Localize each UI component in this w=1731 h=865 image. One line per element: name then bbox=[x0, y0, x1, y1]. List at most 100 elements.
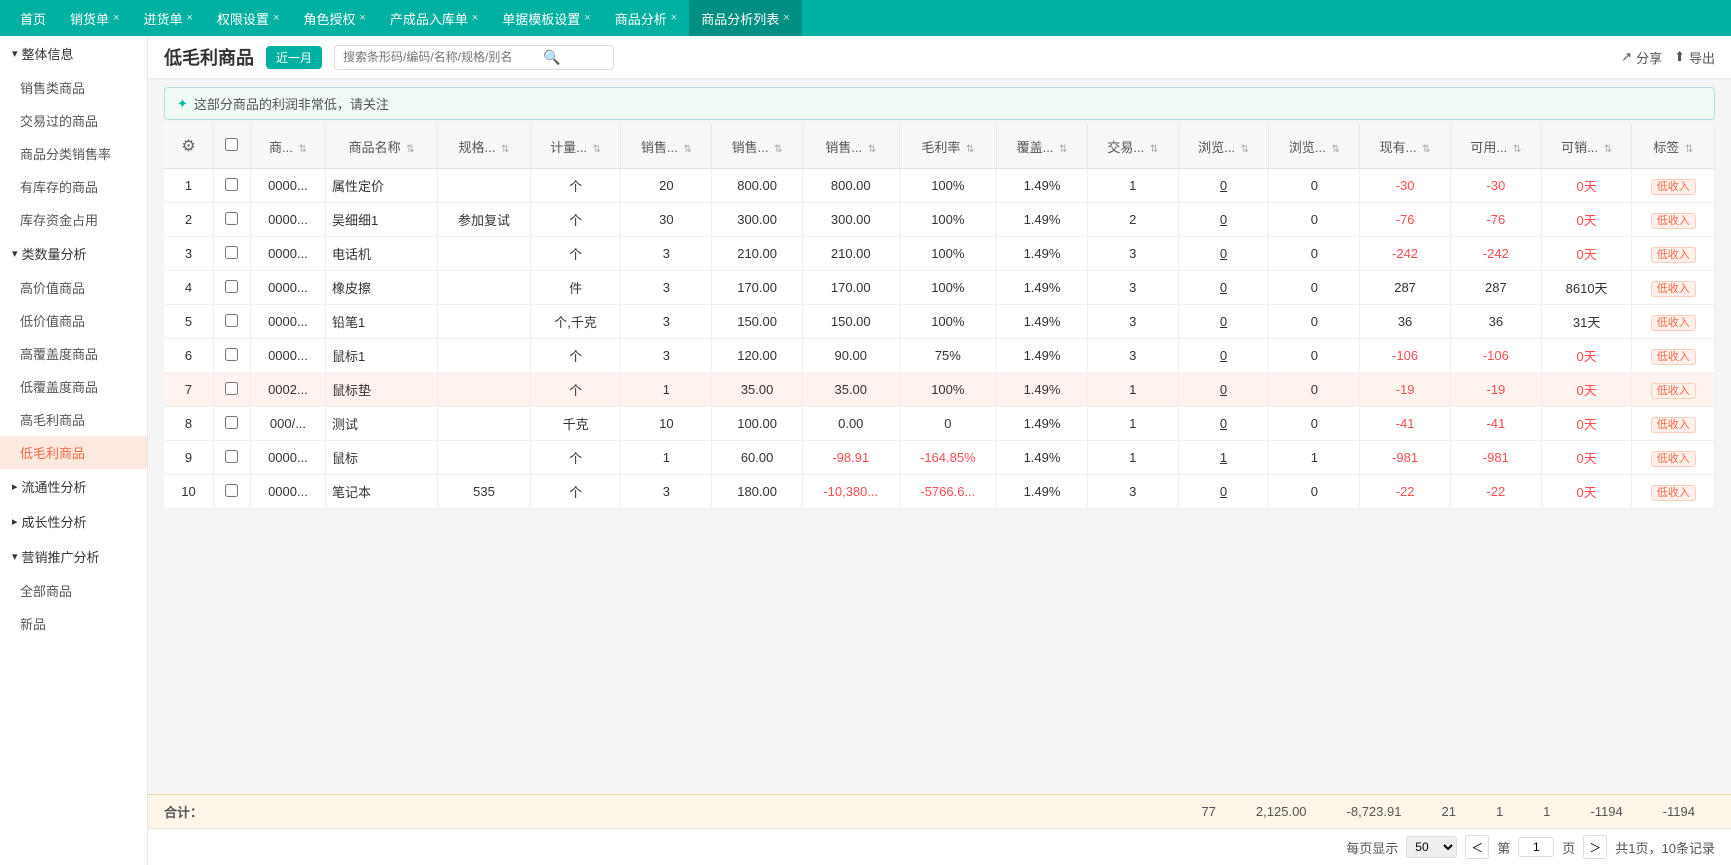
sidebar-item-sales-products[interactable]: 销售类商品 bbox=[0, 71, 147, 104]
close-icon[interactable]: × bbox=[186, 12, 192, 24]
close-icon[interactable]: × bbox=[472, 12, 478, 24]
row-browse1[interactable]: 0 bbox=[1178, 475, 1269, 509]
row-browse1[interactable]: 0 bbox=[1178, 373, 1269, 407]
sidebar-item-low-coverage[interactable]: 低覆盖度商品 bbox=[0, 370, 147, 403]
sort-icon[interactable]: ⇅ bbox=[1331, 144, 1339, 155]
browse1-link[interactable]: 0 bbox=[1220, 246, 1227, 261]
nav-product-analysis[interactable]: 商品分析 × bbox=[603, 0, 689, 36]
browse1-link[interactable]: 0 bbox=[1220, 416, 1227, 431]
sidebar-item-low-value[interactable]: 低价值商品 bbox=[0, 304, 147, 337]
search-input[interactable] bbox=[343, 50, 543, 64]
browse1-link[interactable]: 0 bbox=[1220, 484, 1227, 499]
sidebar-group-circulation[interactable]: ▸ 流通性分析 bbox=[0, 469, 147, 504]
nav-purchase-order[interactable]: 进货单 × bbox=[131, 0, 204, 36]
next-page-button[interactable]: ＞ bbox=[1583, 835, 1607, 859]
row-checkbox[interactable] bbox=[214, 305, 251, 339]
table-container[interactable]: ⚙ 商... ⇅ 商品名称 ⇅ bbox=[164, 124, 1715, 794]
column-settings-button[interactable]: ⚙ bbox=[177, 132, 199, 160]
sidebar-item-all-products[interactable]: 全部商品 bbox=[0, 574, 147, 607]
nav-finished-goods[interactable]: 产成品入库单 × bbox=[378, 0, 490, 36]
sidebar-item-stock-capital[interactable]: 库存资金占用 bbox=[0, 203, 147, 236]
close-icon[interactable]: × bbox=[113, 12, 119, 24]
row-checkbox[interactable] bbox=[214, 441, 251, 475]
row-select-checkbox[interactable] bbox=[225, 212, 238, 225]
sort-icon[interactable]: ⇅ bbox=[774, 144, 782, 155]
col-settings[interactable]: ⚙ bbox=[164, 124, 214, 169]
row-browse1[interactable]: 0 bbox=[1178, 203, 1269, 237]
row-checkbox[interactable] bbox=[214, 407, 251, 441]
browse1-link[interactable]: 0 bbox=[1220, 382, 1227, 397]
row-select-checkbox[interactable] bbox=[225, 348, 238, 361]
row-name[interactable]: 电话机 bbox=[325, 237, 437, 271]
row-name[interactable]: 测试 bbox=[325, 407, 437, 441]
date-filter-button[interactable]: 近一月 bbox=[266, 46, 322, 69]
sort-icon[interactable]: ⇅ bbox=[1150, 144, 1158, 155]
sidebar-item-traded-products[interactable]: 交易过的商品 bbox=[0, 104, 147, 137]
sort-icon[interactable]: ⇅ bbox=[868, 144, 876, 155]
row-select-checkbox[interactable] bbox=[225, 450, 238, 463]
sidebar-item-low-margin[interactable]: 低毛利商品 bbox=[0, 436, 147, 469]
select-all-checkbox[interactable] bbox=[225, 138, 238, 151]
row-browse1[interactable]: 0 bbox=[1178, 339, 1269, 373]
sort-icon[interactable]: ⇅ bbox=[1513, 144, 1521, 155]
browse1-link[interactable]: 0 bbox=[1220, 212, 1227, 227]
row-checkbox[interactable] bbox=[214, 169, 251, 203]
nav-template-settings[interactable]: 单据模板设置 × bbox=[490, 0, 602, 36]
sort-icon[interactable]: ⇅ bbox=[1059, 144, 1067, 155]
export-button[interactable]: ⬆ 导出 bbox=[1674, 48, 1715, 67]
row-name[interactable]: 鼠标1 bbox=[325, 339, 437, 373]
row-name[interactable]: 吴细细1 bbox=[325, 203, 437, 237]
browse1-link[interactable]: 0 bbox=[1220, 314, 1227, 329]
row-browse1[interactable]: 0 bbox=[1178, 407, 1269, 441]
sort-icon[interactable]: ⇅ bbox=[966, 144, 974, 155]
row-checkbox[interactable] bbox=[214, 339, 251, 373]
row-checkbox[interactable] bbox=[214, 237, 251, 271]
row-browse1[interactable]: 1 bbox=[1178, 441, 1269, 475]
sort-icon[interactable]: ⇅ bbox=[593, 144, 601, 155]
sidebar-group-overall[interactable]: ▾ 整体信息 bbox=[0, 36, 147, 71]
sort-icon[interactable]: ⇅ bbox=[1422, 144, 1430, 155]
sort-icon[interactable]: ⇅ bbox=[1241, 144, 1249, 155]
page-number-input[interactable] bbox=[1518, 837, 1554, 857]
row-name[interactable]: 橡皮擦 bbox=[325, 271, 437, 305]
row-select-checkbox[interactable] bbox=[225, 178, 238, 191]
row-select-checkbox[interactable] bbox=[225, 484, 238, 497]
row-name[interactable]: 铅笔1 bbox=[325, 305, 437, 339]
row-select-checkbox[interactable] bbox=[225, 246, 238, 259]
row-checkbox[interactable] bbox=[214, 373, 251, 407]
row-name[interactable]: 鼠标 bbox=[325, 441, 437, 475]
sidebar-group-quantity-analysis[interactable]: ▾ 类数量分析 bbox=[0, 236, 147, 271]
close-icon[interactable]: × bbox=[671, 12, 677, 24]
row-checkbox[interactable] bbox=[214, 203, 251, 237]
sort-icon[interactable]: ⇅ bbox=[299, 144, 307, 155]
sidebar-group-marketing[interactable]: ▾ 营销推广分析 bbox=[0, 539, 147, 574]
row-checkbox[interactable] bbox=[214, 475, 251, 509]
share-button[interactable]: ↗ 分享 bbox=[1621, 48, 1662, 67]
row-select-checkbox[interactable] bbox=[225, 314, 238, 327]
nav-role-auth[interactable]: 角色授权 × bbox=[291, 0, 377, 36]
close-icon[interactable]: × bbox=[273, 12, 279, 24]
prev-page-button[interactable]: ＜ bbox=[1465, 835, 1489, 859]
sidebar-item-category-sales-rate[interactable]: 商品分类销售率 bbox=[0, 137, 147, 170]
page-size-select[interactable]: 50 20 100 bbox=[1406, 836, 1457, 858]
sort-icon[interactable]: ⇅ bbox=[501, 144, 509, 155]
browse1-link[interactable]: 0 bbox=[1220, 348, 1227, 363]
close-icon[interactable]: × bbox=[584, 12, 590, 24]
row-browse1[interactable]: 0 bbox=[1178, 271, 1269, 305]
sidebar-item-high-coverage[interactable]: 高覆盖度商品 bbox=[0, 337, 147, 370]
sidebar-item-high-margin[interactable]: 高毛利商品 bbox=[0, 403, 147, 436]
browse1-link[interactable]: 0 bbox=[1220, 178, 1227, 193]
browse1-link[interactable]: 0 bbox=[1220, 280, 1227, 295]
sort-icon[interactable]: ⇅ bbox=[1685, 144, 1693, 155]
row-name[interactable]: 鼠标垫 bbox=[325, 373, 437, 407]
nav-home[interactable]: 首页 bbox=[8, 0, 58, 36]
close-icon[interactable]: × bbox=[359, 12, 365, 24]
row-browse1[interactable]: 0 bbox=[1178, 237, 1269, 271]
row-name[interactable]: 属性定价 bbox=[325, 169, 437, 203]
sort-icon[interactable]: ⇅ bbox=[406, 144, 414, 155]
nav-product-analysis-list[interactable]: 商品分析列表 × bbox=[689, 0, 801, 36]
nav-sales-order[interactable]: 销货单 × bbox=[58, 0, 131, 36]
sidebar-item-in-stock[interactable]: 有库存的商品 bbox=[0, 170, 147, 203]
browse1-link[interactable]: 1 bbox=[1220, 450, 1227, 465]
sidebar-item-high-value[interactable]: 高价值商品 bbox=[0, 271, 147, 304]
